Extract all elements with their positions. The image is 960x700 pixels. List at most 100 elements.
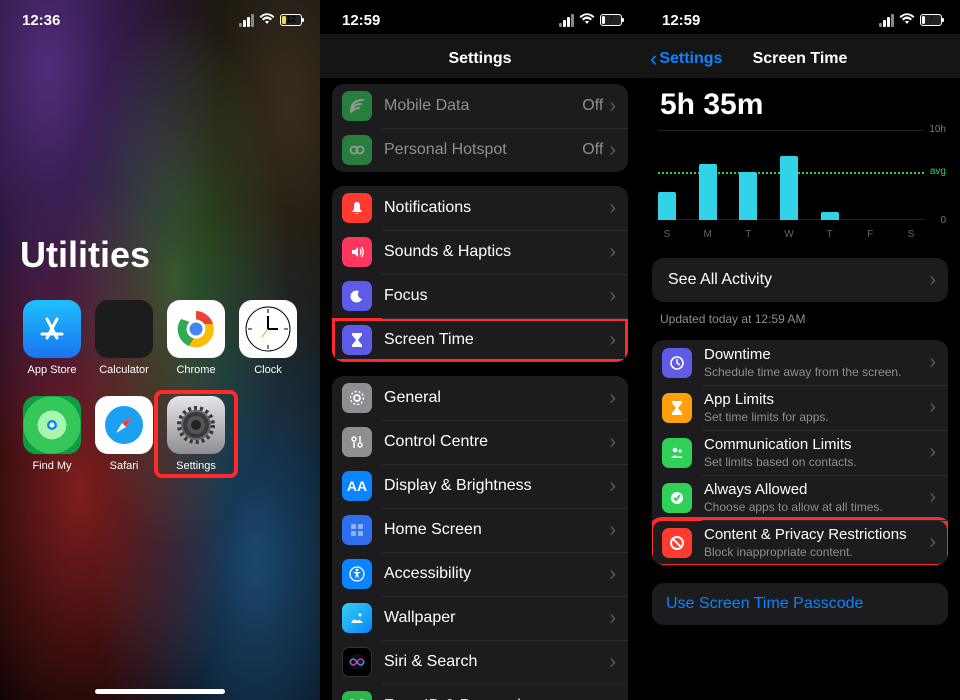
- row-see-all-activity[interactable]: See All Activity ›: [652, 258, 948, 302]
- wifi-icon: [579, 12, 595, 29]
- control-centre-icon: [342, 427, 372, 457]
- chevron-right-icon: ›: [609, 695, 616, 700]
- face-id-icon: [342, 691, 372, 700]
- row-notifications[interactable]: Notifications ›: [332, 186, 628, 230]
- app-chrome[interactable]: Chrome: [160, 300, 232, 376]
- row-display-brightness[interactable]: AA Display & Brightness ›: [332, 464, 628, 508]
- settings-group-general: General › Control Centre › AA Display & …: [332, 376, 628, 700]
- chart-x-label: M: [699, 229, 717, 240]
- settings-screen: 12:59 7 Settings Mobile Data Off › Perso…: [320, 0, 640, 700]
- screen-time-icon: [342, 325, 372, 355]
- always-allowed-icon: [662, 483, 692, 513]
- row-label: Focus: [384, 287, 609, 305]
- app-find-my[interactable]: Find My: [16, 396, 88, 472]
- screen-time-total: 5h 35m: [640, 78, 960, 126]
- app-calculator[interactable]: Calculator: [88, 300, 160, 376]
- row-downtime[interactable]: DowntimeSchedule time away from the scre…: [652, 340, 948, 385]
- app-label: Safari: [110, 460, 139, 472]
- chart-x-label: T: [739, 229, 757, 240]
- row-label: Wallpaper: [384, 609, 609, 627]
- row-always-allowed[interactable]: Always Allowed Choose apps to allow at al…: [652, 475, 948, 520]
- row-app-limits[interactable]: App LimitsSet time limits for apps. ›: [652, 385, 948, 430]
- row-content-privacy[interactable]: Content & Privacy RestrictionsBlock inap…: [652, 520, 948, 565]
- settings-group-network: Mobile Data Off › Personal Hotspot Off ›: [332, 84, 628, 172]
- chevron-right-icon: ›: [609, 241, 616, 264]
- row-label: App Limits: [704, 391, 929, 408]
- chart-x-label: S: [902, 229, 920, 240]
- row-control-centre[interactable]: Control Centre ›: [332, 420, 628, 464]
- nav-title-text: Screen Time: [753, 50, 848, 67]
- calculator-icon: [95, 300, 153, 358]
- chart-x-label: T: [821, 229, 839, 240]
- row-accessibility[interactable]: Accessibility ›: [332, 552, 628, 596]
- row-personal-hotspot[interactable]: Personal Hotspot Off ›: [332, 128, 628, 172]
- mobile-data-icon: [342, 91, 372, 121]
- chart-bar: [699, 164, 717, 220]
- communication-limits-icon: [662, 438, 692, 468]
- home-indicator[interactable]: [95, 689, 225, 694]
- row-subtitle: Set time limits for apps.: [704, 410, 929, 424]
- chart-ymax: 10h: [929, 124, 946, 135]
- row-label: Always Allowed: [704, 481, 929, 498]
- app-clock[interactable]: Clock: [232, 300, 304, 376]
- row-focus[interactable]: Focus ›: [332, 274, 628, 318]
- wifi-icon: [259, 12, 275, 29]
- battery-icon: 12: [280, 14, 302, 26]
- chevron-right-icon: ›: [609, 651, 616, 674]
- cellular-icon: [878, 14, 894, 27]
- row-sounds-haptics[interactable]: Sounds & Haptics ›: [332, 230, 628, 274]
- status-time: 12:36: [22, 12, 60, 29]
- folder-title: Utilities: [20, 234, 320, 276]
- row-face-id[interactable]: Face ID & Passcode ›: [332, 684, 628, 700]
- home-screen-icon: [342, 515, 372, 545]
- app-label: Settings: [176, 460, 216, 472]
- cellular-icon: [238, 14, 254, 27]
- row-home-screen[interactable]: Home Screen ›: [332, 508, 628, 552]
- chevron-right-icon: ›: [929, 486, 936, 509]
- row-wallpaper[interactable]: Wallpaper ›: [332, 596, 628, 640]
- back-button[interactable]: ‹ Settings: [650, 50, 722, 68]
- chrome-icon: [167, 300, 225, 358]
- row-label: Accessibility: [384, 565, 609, 583]
- chart-bar: [658, 192, 676, 220]
- row-communication-limits[interactable]: Communication Limits Set limits based on …: [652, 430, 948, 475]
- row-value: Off: [582, 141, 603, 159]
- app-settings[interactable]: Settings: [156, 392, 236, 476]
- chart-x-label: F: [861, 229, 879, 240]
- row-value: Off: [582, 97, 603, 115]
- focus-icon: [342, 281, 372, 311]
- chevron-right-icon: ›: [929, 269, 936, 292]
- chevron-right-icon: ›: [929, 531, 936, 554]
- status-time: 12:59: [342, 12, 380, 29]
- row-label: Communication Limits: [704, 436, 929, 453]
- row-subtitle: Set limits based on contacts.: [704, 455, 929, 469]
- app-store-icon: [23, 300, 81, 358]
- app-label: App Store: [28, 364, 77, 376]
- chart-x-label: S: [658, 229, 676, 240]
- app-safari[interactable]: Safari: [88, 396, 160, 472]
- wallpaper-icon: [342, 603, 372, 633]
- row-subtitle: Choose apps to allow at all times.: [704, 500, 929, 514]
- chevron-right-icon: ›: [609, 329, 616, 352]
- back-label: Settings: [659, 50, 722, 68]
- status-time: 12:59: [662, 12, 700, 29]
- row-label: Personal Hotspot: [384, 141, 582, 159]
- screen-time-options: DowntimeSchedule time away from the scre…: [652, 340, 948, 565]
- chart-bar: [821, 212, 839, 220]
- nav-title: Settings: [320, 34, 640, 78]
- chevron-right-icon: ›: [609, 607, 616, 630]
- row-label: Sounds & Haptics: [384, 243, 609, 261]
- chevron-right-icon: ›: [609, 197, 616, 220]
- use-passcode-link[interactable]: Use Screen Time Passcode: [652, 583, 948, 625]
- row-screen-time[interactable]: Screen Time ›: [332, 318, 628, 362]
- chevron-right-icon: ›: [609, 563, 616, 586]
- display-icon: AA: [342, 471, 372, 501]
- row-general[interactable]: General ›: [332, 376, 628, 420]
- app-grid: App Store Calculator Chrome Clock: [0, 300, 320, 472]
- row-siri-search[interactable]: Siri & Search ›: [332, 640, 628, 684]
- chevron-right-icon: ›: [609, 95, 616, 118]
- row-mobile-data[interactable]: Mobile Data Off ›: [332, 84, 628, 128]
- app-label: Chrome: [176, 364, 215, 376]
- row-subtitle: Block inappropriate content.: [704, 545, 929, 559]
- app-app-store[interactable]: App Store: [16, 300, 88, 376]
